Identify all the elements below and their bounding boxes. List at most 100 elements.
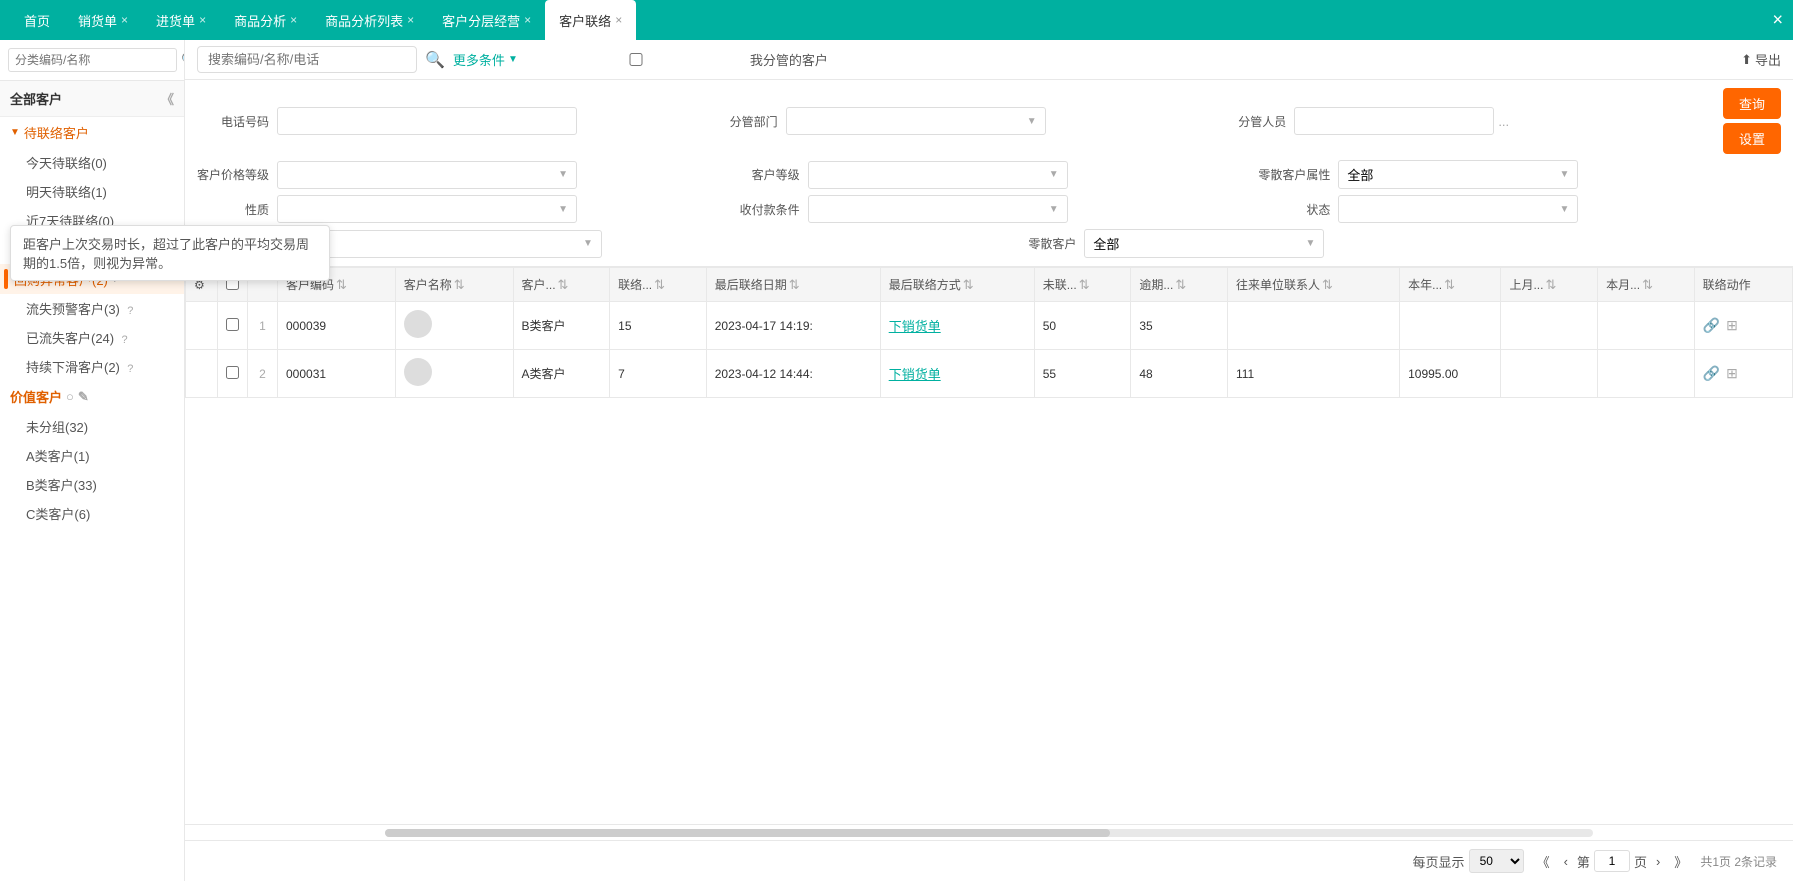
- scrollbar-track: [385, 829, 1593, 837]
- row-name: [395, 302, 513, 350]
- action-link-icon[interactable]: 🔗: [1703, 365, 1720, 382]
- page-number-input[interactable]: [1594, 850, 1630, 872]
- sidebar-item-today-contact[interactable]: 今天待联络(0): [0, 148, 184, 177]
- table-row: 1 000039 B类客户 15 2023-04-17 14:19: 下销货单 …: [186, 302, 1793, 350]
- nav-sales-order[interactable]: 销货单 ×: [64, 0, 142, 40]
- phone-input[interactable]: [277, 107, 577, 135]
- sidebar-collapse-icon[interactable]: 《: [161, 89, 174, 108]
- payment-label: 收付款条件: [728, 201, 808, 218]
- sidebar-search-input[interactable]: [8, 48, 177, 72]
- dept-select[interactable]: ▼: [786, 107, 1046, 135]
- nav-customer-contact[interactable]: 客户联络 ×: [545, 0, 636, 40]
- horizontal-scrollbar[interactable]: [185, 824, 1793, 840]
- action-grid-icon[interactable]: ⊞: [1726, 365, 1738, 382]
- col-unreplied[interactable]: 未联...⇅: [1034, 268, 1131, 302]
- col-this-year[interactable]: 本年...⇅: [1400, 268, 1501, 302]
- customer-type-select[interactable]: ▼: [302, 230, 602, 258]
- search-input[interactable]: [197, 46, 417, 73]
- sidebar-item-churn-warning[interactable]: 流失预警客户(3) ?: [0, 294, 184, 323]
- row-last-contact-method[interactable]: 下销货单: [880, 350, 1034, 398]
- query-button[interactable]: 查询: [1723, 88, 1781, 119]
- close-customer-contact[interactable]: ×: [615, 13, 622, 27]
- window-close-button[interactable]: ×: [1772, 10, 1783, 31]
- close-sales-order[interactable]: ×: [121, 13, 128, 27]
- sidebar: 🔍 全部客户 《 ▼ 待联络客户 今天待联络(0) 明天待联络(1) 近7天待联…: [0, 40, 185, 881]
- sidebar-all-customers-header[interactable]: 全部客户 《: [0, 81, 184, 117]
- nav-product-analysis-list[interactable]: 商品分析列表 ×: [311, 0, 428, 40]
- advanced-filter: 电话号码 分管部门 ▼ 分管人员 ... 查询: [185, 80, 1793, 267]
- row-overdue: 48: [1131, 350, 1228, 398]
- nav-home[interactable]: 首页: [10, 0, 64, 40]
- contact-method-link[interactable]: 下销货单: [889, 367, 941, 382]
- row-checkbox-cell[interactable]: [218, 350, 248, 398]
- export-button[interactable]: ⬆ 导出: [1741, 50, 1781, 69]
- sidebar-item-a-class[interactable]: A类客户(1): [0, 441, 184, 470]
- sidebar-item-declining[interactable]: 持续下滑客户(2) ?: [0, 352, 184, 381]
- sidebar-item-ungrouped[interactable]: 未分组(32): [0, 412, 184, 441]
- col-name[interactable]: 客户名称⇅: [395, 268, 513, 302]
- row-checkbox-cell[interactable]: [218, 302, 248, 350]
- action-buttons: 查询 设置: [1723, 88, 1781, 154]
- scrollbar-thumb[interactable]: [385, 829, 1110, 837]
- col-overdue[interactable]: 逾期...⇅: [1131, 268, 1228, 302]
- close-product-analysis[interactable]: ×: [290, 13, 297, 27]
- row-customer-type: B类客户: [513, 302, 610, 350]
- col-contact[interactable]: 联络...⇅: [610, 268, 707, 302]
- sidebar-item-c-class[interactable]: C类客户(6): [0, 499, 184, 528]
- retail-attr-label: 零散客户属性: [1258, 166, 1338, 183]
- retail-attr-select[interactable]: 全部 ▼: [1338, 160, 1578, 189]
- col-unit-contact[interactable]: 往来单位联系人⇅: [1227, 268, 1399, 302]
- retail-customer-select[interactable]: 全部 ▼: [1084, 229, 1324, 258]
- last-page-button[interactable]: 》: [1669, 850, 1692, 873]
- filter-phone: 电话号码: [197, 107, 698, 135]
- row-checkbox[interactable]: [226, 318, 239, 331]
- col-last-contact-method[interactable]: 最后联络方式⇅: [880, 268, 1034, 302]
- customer-grade-select[interactable]: ▼: [808, 161, 1068, 189]
- sidebar-item-b-class[interactable]: B类客户(33): [0, 470, 184, 499]
- payment-select[interactable]: ▼: [808, 195, 1068, 223]
- close-purchase-order[interactable]: ×: [199, 13, 206, 27]
- close-customer-segmentation[interactable]: ×: [524, 13, 531, 27]
- churned-info-icon: ?: [121, 334, 127, 346]
- col-last-contact-date[interactable]: 最后联络日期⇅: [706, 268, 880, 302]
- row-gear-cell: [186, 350, 218, 398]
- action-link-icon[interactable]: 🔗: [1703, 317, 1720, 334]
- action-grid-icon[interactable]: ⊞: [1726, 317, 1738, 334]
- col-last-month[interactable]: 上月...⇅: [1501, 268, 1598, 302]
- nav-customer-segmentation[interactable]: 客户分层经营 ×: [428, 0, 545, 40]
- value-customer-circle-icon[interactable]: ○: [66, 389, 74, 404]
- sidebar-value-customer-section[interactable]: 价值客户 ○ ✎: [0, 381, 184, 412]
- col-customer-type[interactable]: 客户...⇅: [513, 268, 610, 302]
- search-button[interactable]: 🔍: [425, 50, 445, 70]
- sidebar-pending-contact-group[interactable]: ▼ 待联络客户: [0, 117, 184, 148]
- row-unreplied: 50: [1034, 302, 1131, 350]
- price-grade-label: 客户价格等级: [197, 166, 277, 183]
- close-product-analysis-list[interactable]: ×: [407, 13, 414, 27]
- per-page-select[interactable]: 50 100 200: [1469, 849, 1524, 873]
- nav-purchase-order[interactable]: 进货单 ×: [142, 0, 220, 40]
- pending-contact-label: 待联络客户: [24, 123, 89, 142]
- gender-select[interactable]: ▼: [277, 195, 577, 223]
- settings-button[interactable]: 设置: [1723, 123, 1781, 154]
- manager-dots-button[interactable]: ...: [1494, 114, 1513, 129]
- value-customer-edit-icon[interactable]: ✎: [78, 389, 89, 405]
- col-this-month[interactable]: 本月...⇅: [1598, 268, 1695, 302]
- my-customer-checkbox[interactable]: [526, 53, 746, 66]
- sidebar-item-tomorrow-contact[interactable]: 明天待联络(1): [0, 177, 184, 206]
- price-grade-select[interactable]: ▼: [277, 161, 577, 189]
- prev-page-button[interactable]: ‹: [1559, 852, 1573, 871]
- status-select[interactable]: ▼: [1338, 195, 1578, 223]
- contact-method-link[interactable]: 下销货单: [889, 319, 941, 334]
- sidebar-item-churned[interactable]: 已流失客户(24) ?: [0, 323, 184, 352]
- more-conditions-button[interactable]: 更多条件 ▼: [453, 50, 518, 69]
- filter-row-3: 性质 ▼ 收付款条件 ▼ 状态 ▼: [197, 195, 1781, 223]
- filter-status: 状态 ▼: [1258, 195, 1781, 223]
- manager-select[interactable]: [1294, 107, 1494, 135]
- customer-grade-label: 客户等级: [728, 166, 808, 183]
- next-page-button[interactable]: ›: [1651, 852, 1665, 871]
- first-page-button[interactable]: 《: [1532, 850, 1555, 873]
- row-checkbox[interactable]: [226, 366, 239, 379]
- nav-product-analysis[interactable]: 商品分析 ×: [220, 0, 311, 40]
- my-customer-checkbox-label[interactable]: 我分管的客户: [526, 50, 828, 69]
- row-last-contact-method[interactable]: 下销货单: [880, 302, 1034, 350]
